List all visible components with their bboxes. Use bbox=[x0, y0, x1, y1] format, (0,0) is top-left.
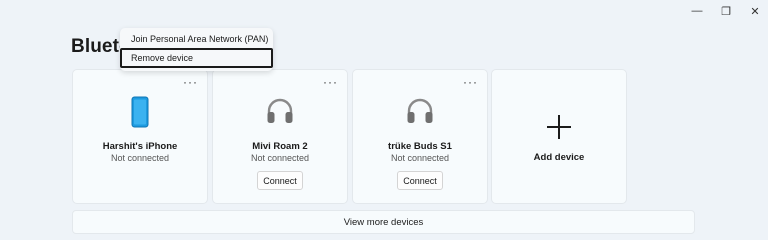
restore-button[interactable]: ❐ bbox=[714, 3, 738, 19]
add-device-label: Add device bbox=[533, 152, 585, 163]
device-name: Harshit's iPhone bbox=[102, 141, 178, 152]
headphones-icon bbox=[265, 96, 295, 131]
device-status: Not connected bbox=[110, 153, 170, 163]
headphones-icon bbox=[405, 96, 435, 131]
device-card-truke-buds-s1[interactable]: ··· trüke Buds S1 Not connected Connect bbox=[352, 69, 488, 204]
minimize-button[interactable]: — bbox=[685, 3, 709, 19]
phone-icon bbox=[131, 96, 149, 133]
view-more-devices-button[interactable]: View more devices bbox=[72, 210, 695, 234]
device-card-iphone[interactable]: ··· Harshit's iPhone Not connected bbox=[72, 69, 208, 204]
device-name: Mivi Roam 2 bbox=[252, 141, 308, 152]
more-options-button[interactable]: ··· bbox=[323, 76, 338, 88]
close-button[interactable]: ✕ bbox=[743, 3, 767, 19]
more-options-button[interactable]: ··· bbox=[183, 76, 198, 88]
device-status: Not connected bbox=[250, 153, 310, 163]
device-name: trüke Buds S1 bbox=[388, 141, 452, 152]
menu-item-remove-device[interactable]: Remove device bbox=[120, 48, 273, 68]
device-card-mivi-roam-2[interactable]: ··· Mivi Roam 2 Not connected Connect bbox=[212, 69, 348, 204]
plus-icon bbox=[546, 114, 572, 140]
more-options-button[interactable]: ··· bbox=[463, 76, 478, 88]
connect-button[interactable]: Connect bbox=[397, 171, 443, 190]
connect-button[interactable]: Connect bbox=[257, 171, 303, 190]
add-device-card[interactable]: Add device bbox=[491, 69, 627, 204]
device-status: Not connected bbox=[390, 153, 450, 163]
menu-item-join-pan[interactable]: Join Personal Area Network (PAN) bbox=[120, 29, 273, 49]
settings-window: — ❐ ✕ Bluetooth ··· Harshit's iPhone Not… bbox=[0, 0, 768, 238]
device-context-menu: Join Personal Area Network (PAN) Remove … bbox=[120, 28, 273, 71]
